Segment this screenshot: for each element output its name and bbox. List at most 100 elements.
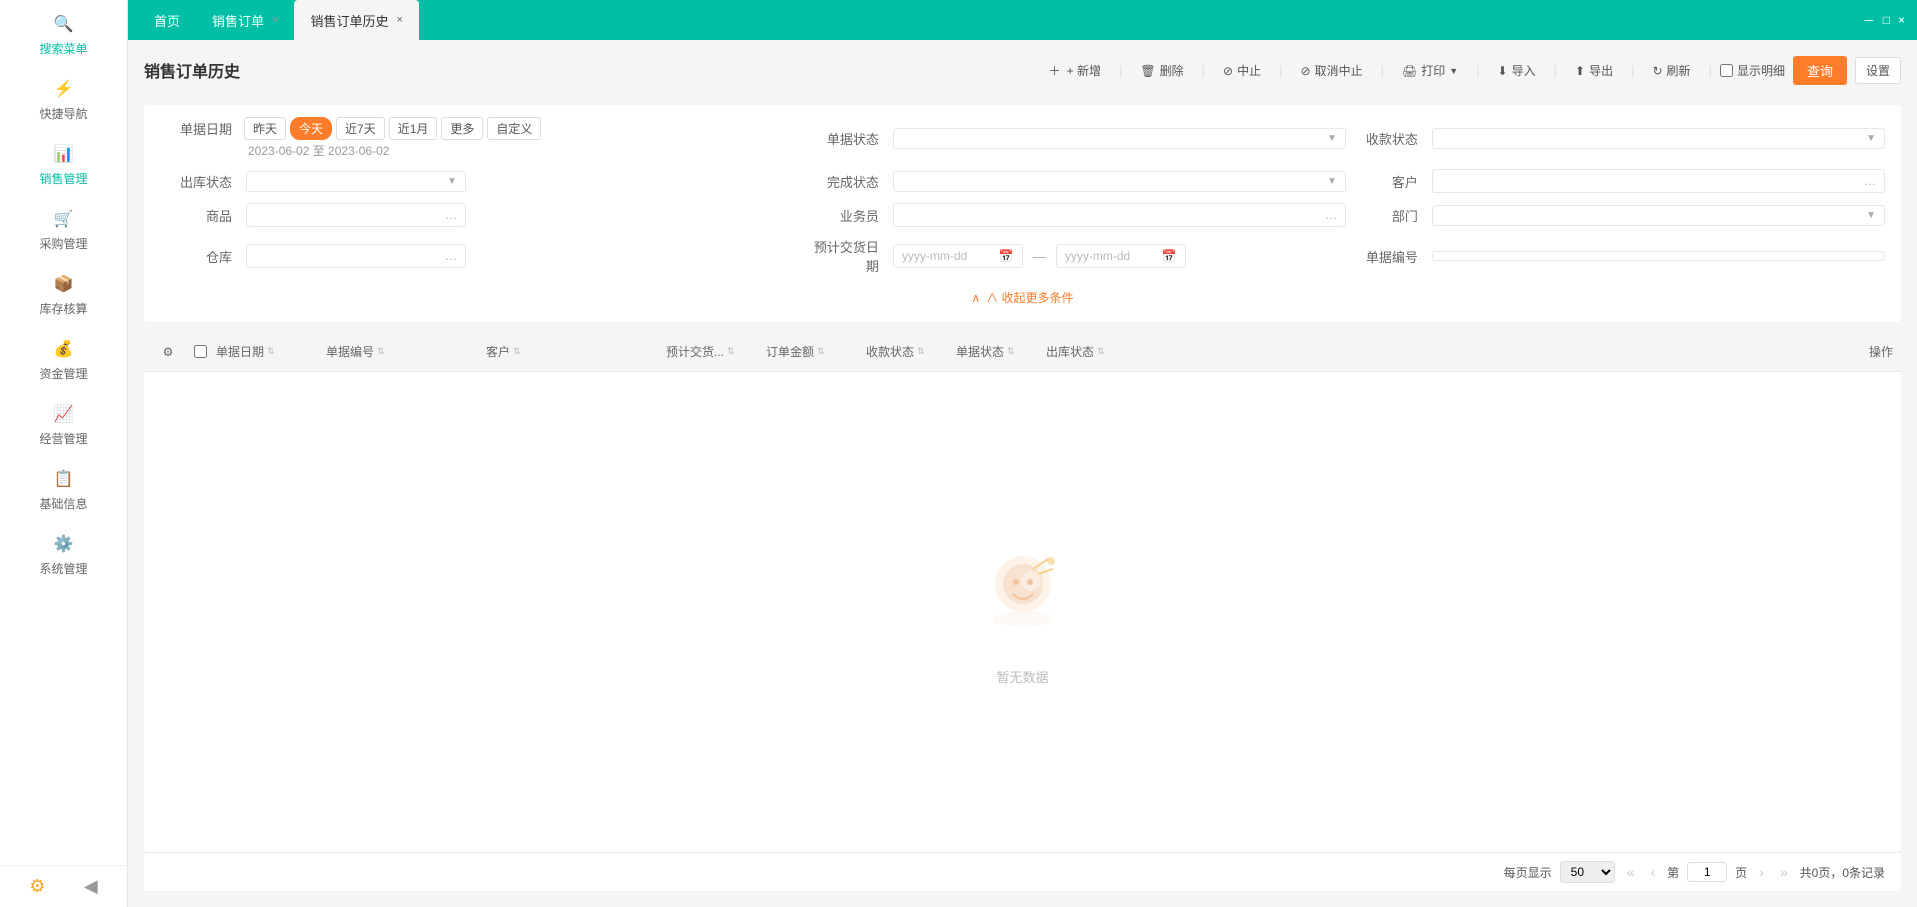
customer-input[interactable]: … [1432,169,1885,193]
maximize-button[interactable]: □ [1883,13,1890,27]
first-page-button[interactable]: « [1623,862,1639,882]
department-select[interactable]: ▼ [1432,205,1885,226]
sidebar-settings-icon[interactable]: ⚙ [29,876,45,897]
sort-customer-icon: ⇅ [513,346,521,357]
doc-status-select[interactable]: ▼ [893,128,1346,149]
sidebar-item-sales[interactable]: 📊 销售管理 [0,130,127,195]
stop-button[interactable]: ⊘ 中止 [1213,58,1271,83]
delete-button[interactable]: 🗑 删除 [1130,58,1193,83]
select-all-checkbox[interactable] [194,345,207,358]
date-custom[interactable]: 自定义 [487,117,541,140]
out-status-label: 出库状态 [160,172,240,191]
sidebar-item-finance[interactable]: 💰 资金管理 [0,325,127,390]
delete-icon: 🗑 [1140,64,1155,78]
sidebar-item-label: 搜索菜单 [39,40,87,57]
th-pay-status[interactable]: 收款状态 ⇅ [866,343,956,360]
sidebar-item-system[interactable]: ⚙️ 系统管理 [0,520,127,585]
sidebar-collapse-icon[interactable]: ◀ [84,876,98,897]
th-amount[interactable]: 订单金额 ⇅ [766,343,866,360]
new-button[interactable]: ＋ + 新增 [1039,58,1111,83]
date-range-display: 2023-06-02 至 2023-06-02 [248,142,389,159]
th-out-status[interactable]: 出库状态 ⇅ [1046,343,1136,360]
tab-sales-order-history[interactable]: 销售订单历史 × [294,0,418,40]
salesperson-input[interactable]: … [893,203,1346,227]
sidebar-item-operation[interactable]: 📈 经营管理 [0,390,127,455]
close-button[interactable]: × [1898,13,1905,27]
customer-label: 客户 [1346,172,1426,191]
delivery-date-label: 预计交货日期 [807,237,887,275]
cancel-stop-button[interactable]: ⊘ 取消中止 [1291,58,1373,83]
next-page-button[interactable]: › [1755,862,1768,882]
page-size-label: 每页显示 [1504,864,1552,881]
warehouse-label: 仓库 [160,247,240,266]
quick-nav-icon: ⚡ [52,77,76,101]
filter-row-4: 仓库 … 预计交货日期 yyyy-mm-dd 📅 — yyyy-mm-dd [160,237,1885,275]
salesperson-ellipsis-icon: … [1325,208,1337,222]
new-icon: ＋ [1049,62,1061,79]
minimize-button[interactable]: － [1863,12,1875,29]
goods-input[interactable]: … [246,203,466,227]
page-number-input[interactable] [1687,862,1727,882]
out-status-select[interactable]: ▼ [246,171,466,192]
finance-icon: 💰 [52,337,76,361]
sidebar-item-search[interactable]: 🔍 搜索菜单 [0,0,127,65]
complete-status-arrow: ▼ [1327,176,1337,187]
purchase-icon: 🛒 [52,207,76,231]
delivery-date-start[interactable]: yyyy-mm-dd 📅 [893,244,1023,268]
date-1month[interactable]: 近1月 [389,117,438,140]
collapse-more-btn[interactable]: ∧ ∧ 收起更多条件 [160,285,1885,310]
search-icon: 🔍 [52,12,76,36]
tab-home-label: 首页 [154,11,180,30]
tab-home[interactable]: 首页 [138,0,196,40]
sidebar-item-label: 采购管理 [39,235,87,252]
sort-doc-icon: ⇅ [1007,346,1015,357]
th-doc-status[interactable]: 单据状态 ⇅ [956,343,1046,360]
refresh-icon: ↻ [1652,64,1662,78]
last-page-button[interactable]: » [1776,862,1792,882]
sidebar-item-label: 资金管理 [39,365,87,382]
filter-row-2: 出库状态 ▼ 完成状态 ▼ 客户 [160,169,1885,193]
filter-card: 单据日期 昨天 今天 近7天 近1月 更多 自定义 2023-06-02 至 2… [144,105,1901,322]
th-customer[interactable]: 客户 ⇅ [486,343,666,360]
date-yesterday[interactable]: 昨天 [244,117,286,140]
tab-sales-order-close[interactable]: × [272,14,278,26]
pay-status-select[interactable]: ▼ [1432,128,1885,149]
date-7days[interactable]: 近7天 [336,117,385,140]
th-date[interactable]: 单据日期 ⇅ [216,343,326,360]
refresh-button[interactable]: ↻ 刷新 [1642,58,1700,83]
date-more[interactable]: 更多 [441,117,483,140]
doc-number-input[interactable] [1432,251,1885,261]
delivery-date-end[interactable]: yyyy-mm-dd 📅 [1056,244,1186,268]
calendar-start-icon[interactable]: 📅 [999,249,1014,263]
complete-status-select[interactable]: ▼ [893,171,1346,192]
import-button[interactable]: ⬇ 导入 [1488,58,1546,83]
empty-text: 暂无数据 [996,667,1048,686]
sidebar-item-basic-info[interactable]: 📋 基础信息 [0,455,127,520]
customer-ellipsis-icon: … [1864,174,1876,188]
query-button[interactable]: 查询 [1793,56,1847,85]
export-button[interactable]: ⬆ 导出 [1565,58,1623,83]
sidebar-item-quick-nav[interactable]: ⚡ 快捷导航 [0,65,127,130]
print-button[interactable]: 🖨 打印 ▼ [1392,58,1468,83]
prev-page-button[interactable]: ‹ [1646,862,1659,882]
tab-sales-order[interactable]: 销售订单 × [196,0,294,40]
calendar-end-icon[interactable]: 📅 [1162,249,1177,263]
basic-info-icon: 📋 [52,467,76,491]
th-number[interactable]: 单据编号 ⇅ [326,343,486,360]
th-settings[interactable]: ⚙ [152,345,184,359]
empty-illustration [973,539,1073,655]
date-today[interactable]: 今天 [290,117,332,140]
page-size-select[interactable]: 10 20 50 100 [1560,861,1615,883]
tab-sales-order-history-close[interactable]: × [396,14,402,26]
sidebar-item-inventory[interactable]: 📦 库存核算 [0,260,127,325]
content-area: 销售订单历史 ＋ + 新增 | 🗑 删除 | ⊘ 中止 | ⊘ [128,40,1917,907]
display-detail-toggle[interactable]: 显示明细 [1720,62,1785,79]
print-icon: 🖨 [1402,64,1417,78]
warehouse-input[interactable]: … [246,244,466,268]
display-detail-checkbox[interactable] [1720,64,1733,77]
doc-status-arrow: ▼ [1327,133,1337,144]
settings-button[interactable]: 设置 [1855,57,1901,84]
th-delivery[interactable]: 预计交货... ⇅ [666,343,766,360]
th-checkbox[interactable] [184,345,216,358]
sidebar-item-purchase[interactable]: 🛒 采购管理 [0,195,127,260]
